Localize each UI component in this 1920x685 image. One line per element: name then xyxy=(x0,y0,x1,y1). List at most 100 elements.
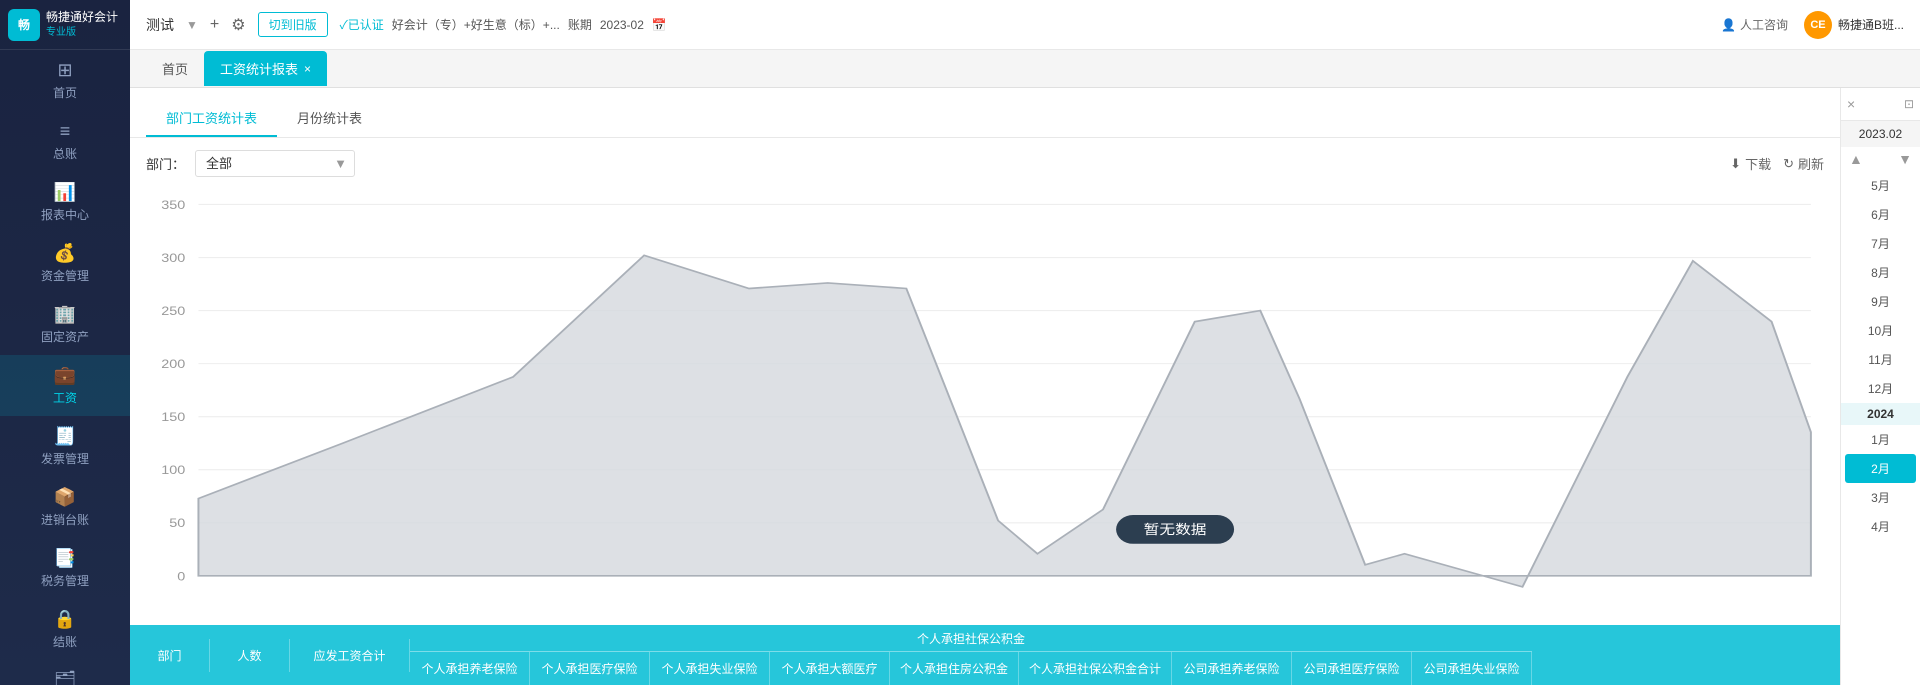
sidebar-item-ledger[interactable]: ≡ 总账 xyxy=(0,111,130,172)
date-nav: ▲ ▼ xyxy=(1841,147,1920,171)
sidebar-nav: ⊞ 首页 ≡ 总账 📊 报表中心 💰 资金管理 🏢 固定资产 💼 工资 🧾 发票… xyxy=(0,50,130,685)
month-7[interactable]: 7月 xyxy=(1841,229,1920,258)
sidebar-item-home[interactable]: ⊞ 首页 xyxy=(0,50,130,111)
table-col-dept: 部门 xyxy=(130,639,210,672)
col-personal-major-medical: 个人承担大额医疗 xyxy=(770,652,890,685)
col-personal-unemployment: 个人承担失业保险 xyxy=(650,652,770,685)
avatar: CE xyxy=(1804,11,1832,39)
toolbar: 部门： 全部 研发部 销售部 财务部 人事部 ▼ ⬇ xyxy=(130,138,1840,189)
sub-tab-dept[interactable]: 部门工资统计表 xyxy=(146,100,277,137)
table-group-personal: 个人承担社保公积金 个人承担养老保险 个人承担医疗保险 个人承担失业保险 个人承… xyxy=(410,626,1532,685)
user-menu[interactable]: CE 畅捷通B班... xyxy=(1804,11,1904,39)
download-button[interactable]: ⬇ 下载 xyxy=(1730,154,1771,173)
col-company-medical: 公司承担医疗保险 xyxy=(1292,652,1412,685)
top-header: 测试 ▼ + ⚙ 切到旧版 ✓已认证 好会计（专）+好生意（标）+... 账期 … xyxy=(130,0,1920,50)
svg-text:50: 50 xyxy=(169,516,185,530)
panel-close-button[interactable]: × xyxy=(1847,96,1855,112)
purchase-icon: 📦 xyxy=(54,487,76,508)
svg-text:100: 100 xyxy=(161,463,185,477)
archive-icon: 🗂 xyxy=(54,670,77,685)
panel-expand-button[interactable]: ⊡ xyxy=(1904,97,1914,111)
month-6[interactable]: 6月 xyxy=(1841,200,1920,229)
sidebar-item-assets[interactable]: 🏢 固定资产 xyxy=(0,294,130,355)
calendar-icon[interactable]: 📅 xyxy=(652,18,667,32)
header-dropdown-icon[interactable]: ▼ xyxy=(186,18,198,32)
download-icon: ⬇ xyxy=(1730,156,1741,172)
tab-close-button[interactable]: × xyxy=(304,62,311,76)
svg-text:0: 0 xyxy=(177,569,185,583)
reports-icon: 📊 xyxy=(54,182,76,203)
right-panel-header: × ⊡ xyxy=(1841,88,1920,121)
sidebar-item-archive[interactable]: 🗂 归档管理 xyxy=(0,660,130,685)
dept-label: 部门： xyxy=(146,154,185,173)
page-content: 部门工资统计表 月份统计表 部门： 全部 研发部 销售部 财务部 xyxy=(130,88,1840,685)
badges-text: 好会计（专）+好生意（标）+... xyxy=(392,16,560,33)
main-content: 测试 ▼ + ⚙ 切到旧版 ✓已认证 好会计（专）+好生意（标）+... 账期 … xyxy=(130,0,1920,685)
header-settings-button[interactable]: ⚙ xyxy=(231,15,245,35)
assets-icon: 🏢 xyxy=(54,304,76,325)
month-2024-1[interactable]: 1月 xyxy=(1841,425,1920,454)
sidebar: 畅 畅捷通好会计 专业版 ⊞ 首页 ≡ 总账 📊 报表中心 💰 资金管理 🏢 固… xyxy=(0,0,130,685)
date-prev-button[interactable]: ▲ xyxy=(1849,151,1863,167)
tab-home[interactable]: 首页 xyxy=(146,51,204,86)
date-display[interactable]: 2023.02 xyxy=(1841,121,1920,147)
period-label: 账期 xyxy=(568,16,592,33)
sidebar-item-purchase[interactable]: 📦 进销台账 xyxy=(0,477,130,538)
closing-icon: 🔒 xyxy=(54,609,76,630)
date-list: 5月 6月 7月 8月 9月 10月 11月 12月 2024 1月 2月 3月… xyxy=(1841,171,1920,685)
user-name: 畅捷通B班... xyxy=(1838,16,1904,33)
sidebar-item-invoice[interactable]: 🧾 发票管理 xyxy=(0,416,130,477)
svg-text:350: 350 xyxy=(161,198,185,212)
sidebar-item-tax[interactable]: 📑 税务管理 xyxy=(0,538,130,599)
dept-select-wrapper: 全部 研发部 销售部 财务部 人事部 ▼ xyxy=(195,150,355,177)
sidebar-item-funds[interactable]: 💰 资金管理 xyxy=(0,233,130,294)
header-right: 👤 人工咨询 CE 畅捷通B班... xyxy=(1721,11,1904,39)
sidebar-item-salary[interactable]: 💼 工资 xyxy=(0,355,130,416)
invoice-icon: 🧾 xyxy=(54,426,76,447)
sub-tab-monthly[interactable]: 月份统计表 xyxy=(277,100,382,137)
month-2024-4[interactable]: 4月 xyxy=(1841,512,1920,541)
date-next-button[interactable]: ▼ xyxy=(1898,151,1912,167)
period-value: 2023-02 xyxy=(600,18,644,32)
month-2024-3[interactable]: 3月 xyxy=(1841,483,1920,512)
switch-old-version-button[interactable]: 切到旧版 xyxy=(258,12,328,37)
col-company-pension: 公司承担养老保险 xyxy=(1172,652,1292,685)
tax-icon: 📑 xyxy=(54,548,76,569)
month-10[interactable]: 10月 xyxy=(1841,316,1920,345)
col-personal-pension: 个人承担养老保险 xyxy=(410,652,530,685)
svg-text:250: 250 xyxy=(161,304,185,318)
toolbar-left: 部门： 全部 研发部 销售部 财务部 人事部 ▼ xyxy=(146,150,355,177)
verified-badge: ✓已认证 xyxy=(340,16,384,33)
month-2024-2[interactable]: 2月 xyxy=(1845,454,1916,483)
toolbar-right: ⬇ 下载 ↻ 刷新 xyxy=(1730,154,1824,173)
tab-salary-report[interactable]: 工资统计报表 × xyxy=(204,51,327,86)
logo: 畅 畅捷通好会计 专业版 xyxy=(0,0,130,50)
dept-select[interactable]: 全部 研发部 销售部 财务部 人事部 xyxy=(195,150,355,177)
funds-icon: 💰 xyxy=(54,243,76,264)
month-5[interactable]: 5月 xyxy=(1841,171,1920,200)
consult-icon: 👤 xyxy=(1721,18,1736,32)
sidebar-item-closing[interactable]: 🔒 结账 xyxy=(0,599,130,660)
svg-text:300: 300 xyxy=(161,251,185,265)
month-11[interactable]: 11月 xyxy=(1841,345,1920,374)
ledger-icon: ≡ xyxy=(60,121,71,142)
year-2024: 2024 xyxy=(1841,403,1920,425)
logo-icon: 畅 xyxy=(8,9,40,41)
right-panel: × ⊡ 2023.02 ▲ ▼ 5月 6月 7月 8月 9月 10月 11月 1… xyxy=(1840,88,1920,685)
col-personal-total: 个人承担社保公积金合计 xyxy=(1019,652,1172,685)
col-personal-housing-fund: 个人承担住房公积金 xyxy=(890,652,1019,685)
month-12[interactable]: 12月 xyxy=(1841,374,1920,403)
header-title: 测试 xyxy=(146,15,174,35)
header-add-button[interactable]: + xyxy=(210,16,219,34)
month-8[interactable]: 8月 xyxy=(1841,258,1920,287)
home-icon: ⊞ xyxy=(57,60,72,81)
sub-tabs: 部门工资统计表 月份统计表 xyxy=(130,88,1840,138)
chart-svg: 350 300 250 200 150 100 50 0 xyxy=(146,189,1824,609)
chart-container: 350 300 250 200 150 100 50 0 xyxy=(130,189,1840,625)
col-personal-medical: 个人承担医疗保险 xyxy=(530,652,650,685)
sidebar-item-reports[interactable]: 📊 报表中心 xyxy=(0,172,130,233)
table-col-count: 人数 xyxy=(210,639,290,672)
refresh-button[interactable]: ↻ 刷新 xyxy=(1783,154,1824,173)
consult-button[interactable]: 👤 人工咨询 xyxy=(1721,16,1788,33)
month-9[interactable]: 9月 xyxy=(1841,287,1920,316)
